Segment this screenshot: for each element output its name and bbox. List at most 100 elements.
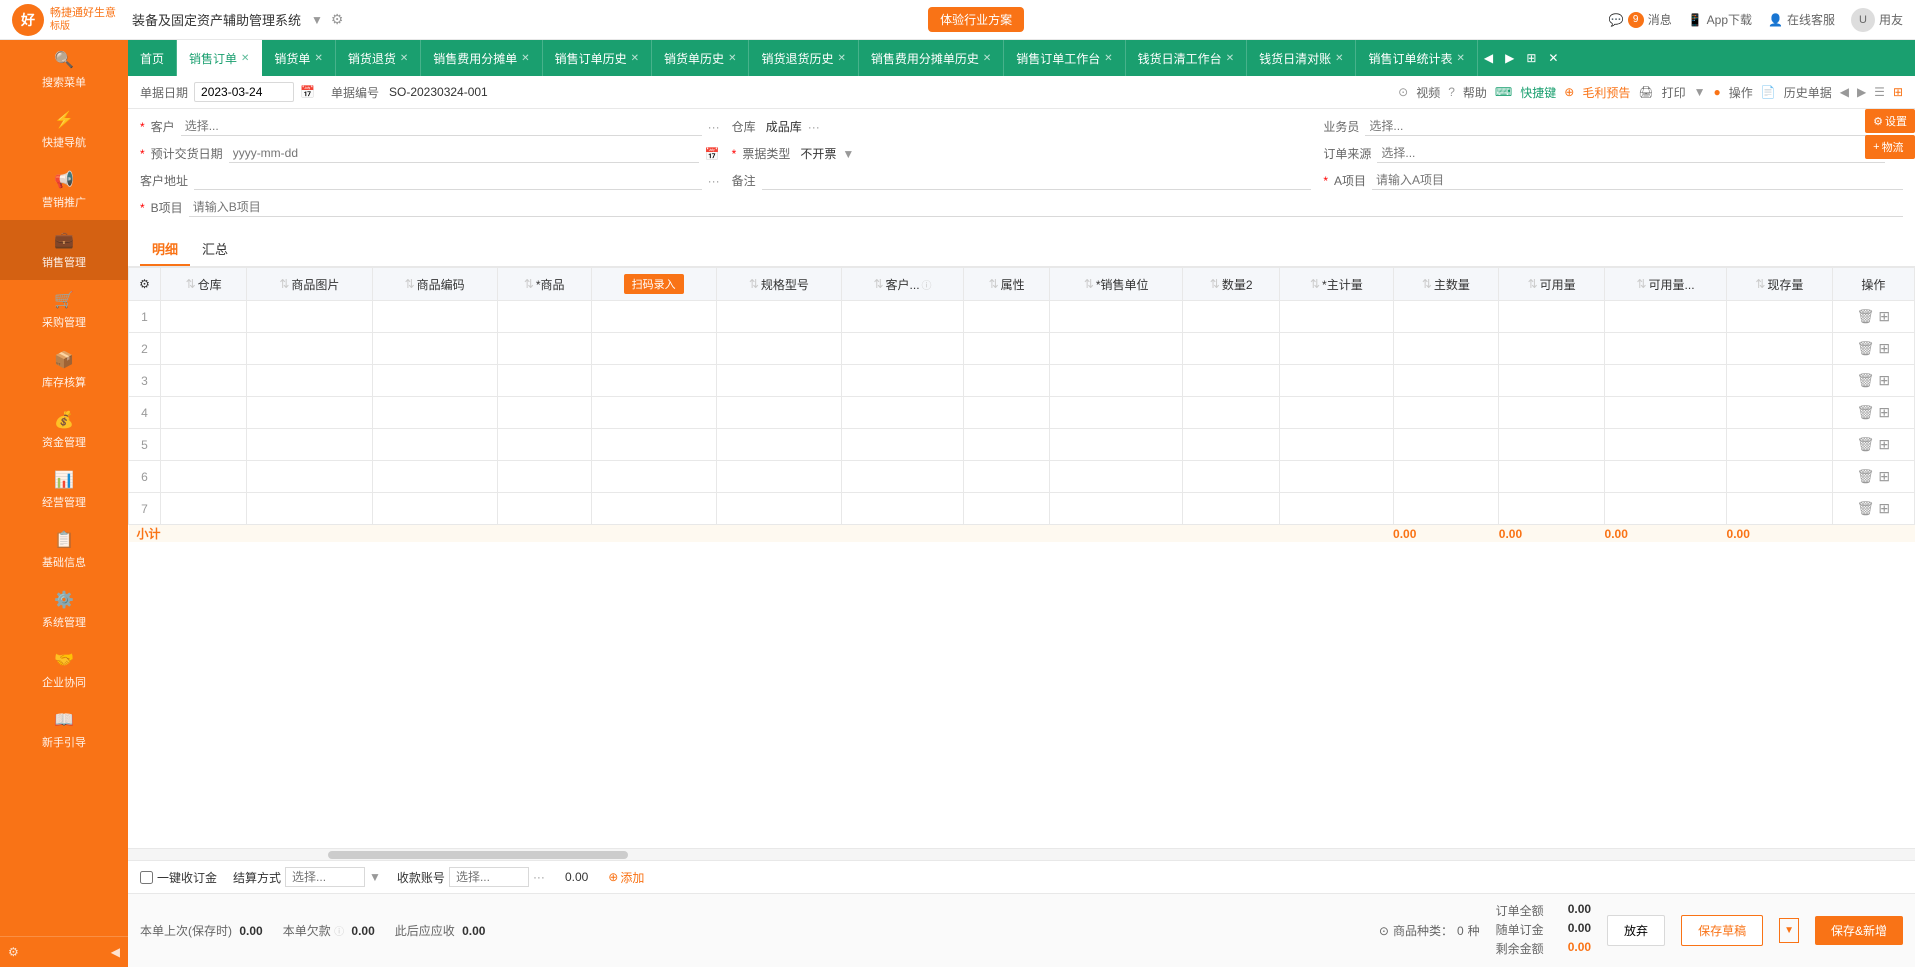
invoice-dropdown[interactable]: ▼ <box>842 147 854 161</box>
payment-dropdown[interactable]: ▼ <box>369 870 381 884</box>
row-code[interactable] <box>372 493 497 525</box>
sort-icon-main-unit[interactable]: ⇅ <box>1310 277 1320 291</box>
nav-tab-home[interactable]: 首页 <box>128 40 177 76</box>
row-code[interactable] <box>372 461 497 493</box>
sort-icon-available2[interactable]: ⇅ <box>1636 277 1646 291</box>
sort-icon-unit[interactable]: ⇅ <box>1084 277 1094 291</box>
sort-icon-attr[interactable]: ⇅ <box>989 277 999 291</box>
row-warehouse[interactable] <box>161 301 247 333</box>
close-tab-9[interactable]: ✕ <box>1104 53 1112 64</box>
row-attr[interactable] <box>964 397 1050 429</box>
sidebar-item-system[interactable]: ⚙️ 系统管理 <box>0 580 128 640</box>
one-key-checkbox-input[interactable] <box>140 871 153 884</box>
close-tab-6[interactable]: ✕ <box>728 53 736 64</box>
row-product[interactable] <box>497 429 591 461</box>
sort-icon-image[interactable]: ⇅ <box>279 277 289 291</box>
row-product[interactable] <box>497 301 591 333</box>
close-tab-5[interactable]: ✕ <box>631 53 639 64</box>
row-customer-code[interactable] <box>842 429 964 461</box>
row-qty2[interactable] <box>1183 397 1280 429</box>
close-tab-10[interactable]: ✕ <box>1226 53 1234 64</box>
view-label[interactable]: 视频 <box>1416 84 1440 101</box>
row-attr[interactable] <box>964 365 1050 397</box>
row-customer-code[interactable] <box>842 333 964 365</box>
row-qty2[interactable] <box>1183 429 1280 461</box>
profit-label[interactable]: 毛利预告 <box>1582 84 1630 101</box>
row-warehouse[interactable] <box>161 461 247 493</box>
nav-arrow-left[interactable]: ◀ <box>1840 85 1849 99</box>
row-code[interactable] <box>372 301 497 333</box>
row-code[interactable] <box>372 397 497 429</box>
sidebar-item-finance[interactable]: 💰 资金管理 <box>0 400 128 460</box>
row-main-qty[interactable] <box>1393 301 1499 333</box>
industry-btn[interactable]: 体验行业方案 <box>928 7 1024 32</box>
row-code[interactable] <box>372 429 497 461</box>
row-product[interactable] <box>497 365 591 397</box>
nav-tab-goods-history[interactable]: 销货单历史 ✕ <box>652 40 749 76</box>
nav-close[interactable]: ✕ <box>1542 40 1564 76</box>
row-spec[interactable] <box>716 365 841 397</box>
payment-method-input[interactable] <box>285 867 365 887</box>
help-label[interactable]: 帮助 <box>1463 84 1487 101</box>
sort-icon-available[interactable]: ⇅ <box>1528 277 1538 291</box>
row-attr[interactable] <box>964 301 1050 333</box>
nav-tab-order-workbench[interactable]: 销售订单工作台 ✕ <box>1004 40 1125 76</box>
tab-detail[interactable]: 明细 <box>140 233 190 266</box>
history-label[interactable]: 历史单据 <box>1784 84 1832 101</box>
nav-more[interactable]: ⊞ <box>1520 40 1542 76</box>
sidebar-item-sales[interactable]: 💼 销售管理 <box>0 220 128 280</box>
row-spec[interactable] <box>716 301 841 333</box>
row-product[interactable] <box>497 333 591 365</box>
delete-icon-3[interactable]: 🗑 <box>1857 404 1875 421</box>
copy-icon-4[interactable]: ⊞ <box>1878 436 1890 453</box>
close-tab-7[interactable]: ✕ <box>837 53 845 64</box>
sort-icon-qty2[interactable]: ⇅ <box>1210 277 1220 291</box>
sort-icon-current[interactable]: ⇅ <box>1755 277 1765 291</box>
delete-icon-2[interactable]: 🗑 <box>1857 372 1875 389</box>
save-draft-dropdown[interactable]: ▼ <box>1779 918 1799 943</box>
account-more[interactable]: ··· <box>533 870 545 884</box>
row-main-qty[interactable] <box>1393 365 1499 397</box>
close-sales-order-tab[interactable]: ✕ <box>241 53 249 64</box>
row-warehouse[interactable] <box>161 365 247 397</box>
nav-tab-sales-order[interactable]: 销售订单 ✕ <box>177 40 262 76</box>
nav-tab-return-history[interactable]: 销货退货历史 ✕ <box>749 40 858 76</box>
sidebar-item-inventory[interactable]: 📦 库存核算 <box>0 340 128 400</box>
close-tab-11[interactable]: ✕ <box>1335 53 1343 64</box>
row-main-unit[interactable] <box>1280 429 1393 461</box>
copy-icon-2[interactable]: ⊞ <box>1878 372 1890 389</box>
row-customer-code[interactable] <box>842 301 964 333</box>
shortcut-label[interactable]: 快捷键 <box>1520 84 1556 101</box>
close-tab-3[interactable]: ✕ <box>400 53 408 64</box>
sidebar-item-marketing[interactable]: 📢 营销推广 <box>0 160 128 220</box>
row-main-qty[interactable] <box>1393 429 1499 461</box>
copy-icon-3[interactable]: ⊞ <box>1878 404 1890 421</box>
delete-icon-0[interactable]: 🗑 <box>1857 308 1875 325</box>
row-main-unit[interactable] <box>1280 461 1393 493</box>
dropdown-icon[interactable]: ▼ <box>311 13 323 27</box>
salesperson-input[interactable] <box>1365 117 1885 136</box>
nav-arrow-right[interactable]: ▶ <box>1857 85 1866 99</box>
warehouse-more[interactable]: ··· <box>808 120 820 134</box>
nav-tab-return[interactable]: 销货退货 ✕ <box>336 40 421 76</box>
info-icon[interactable]: ⓘ <box>922 277 932 292</box>
settings-panel-btn[interactable]: ⚙ 设置 <box>1865 109 1915 133</box>
calendar-icon[interactable]: 📅 <box>300 85 315 99</box>
save-draft-btn[interactable]: 保存草稿 <box>1681 915 1763 946</box>
row-code[interactable] <box>372 333 497 365</box>
sort-icon-code[interactable]: ⇅ <box>405 277 415 291</box>
row-code[interactable] <box>372 365 497 397</box>
row-attr[interactable] <box>964 493 1050 525</box>
nav-tab-stats[interactable]: 销售订单统计表 ✕ <box>1356 40 1477 76</box>
row-main-qty[interactable] <box>1393 461 1499 493</box>
order-source-input[interactable] <box>1377 144 1885 163</box>
row-main-qty[interactable] <box>1393 333 1499 365</box>
print-dropdown[interactable]: ▼ <box>1694 85 1706 99</box>
sort-icon-spec[interactable]: ⇅ <box>749 277 759 291</box>
copy-icon-6[interactable]: ⊞ <box>1878 500 1890 517</box>
sort-icon-warehouse[interactable]: ⇅ <box>186 277 196 291</box>
sidebar-item-purchase[interactable]: 🛒 采购管理 <box>0 280 128 340</box>
row-unit[interactable] <box>1050 365 1183 397</box>
message-item[interactable]: 💬 9 消息 <box>1609 11 1672 28</box>
row-warehouse[interactable] <box>161 397 247 429</box>
